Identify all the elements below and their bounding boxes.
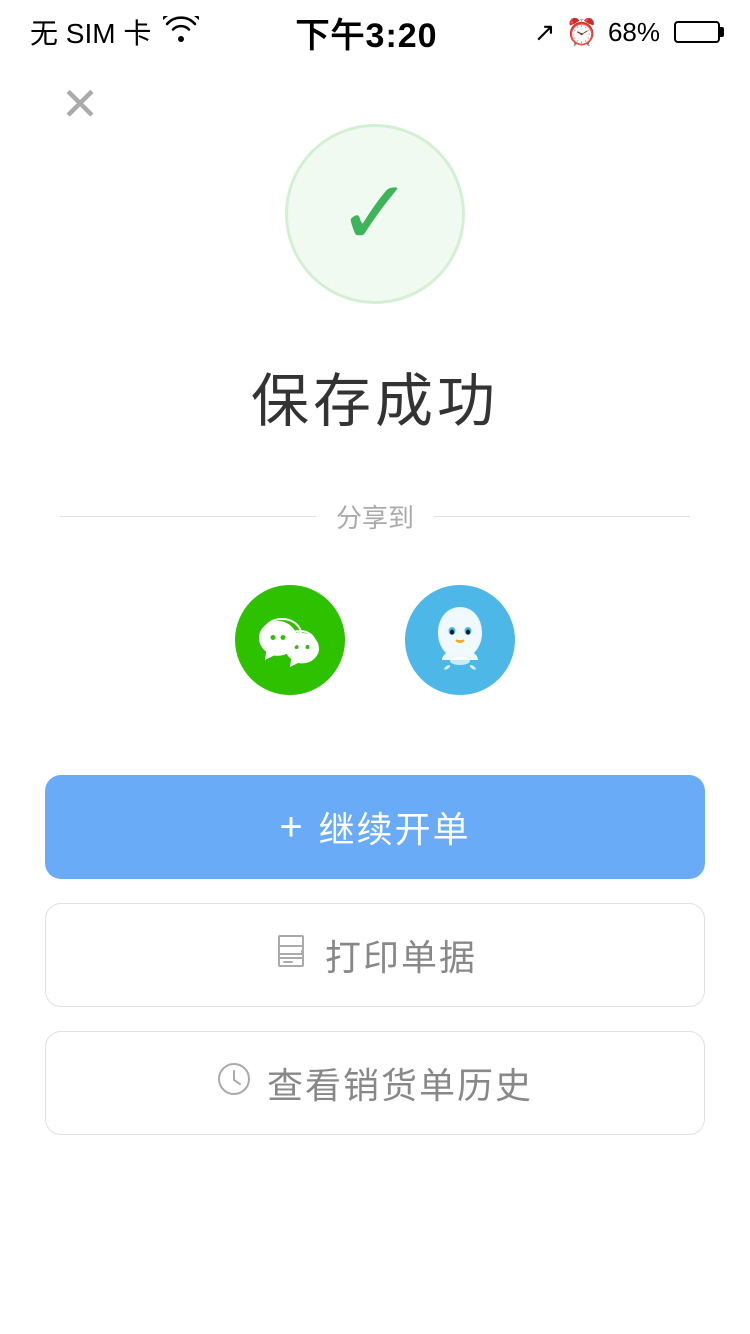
wechat-share-button[interactable] [235, 585, 345, 695]
status-bar: 无 SIM 卡 下午3:20 ↗ ⏰ 68% [0, 0, 750, 64]
checkmark-icon: ✓ [337, 169, 412, 259]
plus-icon: + [279, 805, 302, 850]
continue-order-button[interactable]: + 继续开单 [45, 775, 705, 879]
wifi-icon [163, 16, 199, 49]
share-label: 分享到 [316, 498, 434, 535]
battery-percent: 68% [608, 17, 660, 48]
no-sim-text: 无 SIM 卡 [30, 12, 151, 52]
divider-line-left [60, 516, 316, 517]
success-title: 保存成功 [251, 354, 499, 438]
action-buttons: + 继续开单 打印单据 [45, 775, 705, 1135]
divider-line-right [434, 516, 690, 517]
printer-icon [273, 934, 309, 977]
alarm-icon: ⏰ [566, 17, 598, 48]
print-button[interactable]: 打印单据 [45, 903, 705, 1007]
success-circle: ✓ [285, 124, 465, 304]
continue-button-text: 继续开单 [319, 801, 471, 853]
history-button-text: 查看销货单历史 [267, 1057, 533, 1109]
status-left: 无 SIM 卡 [30, 12, 199, 52]
battery-bar-icon [674, 21, 720, 43]
share-icons-row [235, 585, 515, 695]
direction-icon: ↗ [534, 17, 556, 48]
share-divider: 分享到 [0, 498, 750, 535]
status-right: ↗ ⏰ 68% [534, 17, 720, 48]
close-icon: ✕ [61, 81, 100, 127]
history-button[interactable]: 查看销货单历史 [45, 1031, 705, 1135]
clock-icon [217, 1062, 251, 1105]
close-button[interactable]: ✕ [50, 74, 110, 134]
main-content: ✓ 保存成功 分享到 [0, 64, 750, 1135]
qq-share-button[interactable] [405, 585, 515, 695]
print-button-text: 打印单据 [325, 929, 477, 981]
status-time: 下午3:20 [296, 8, 438, 57]
